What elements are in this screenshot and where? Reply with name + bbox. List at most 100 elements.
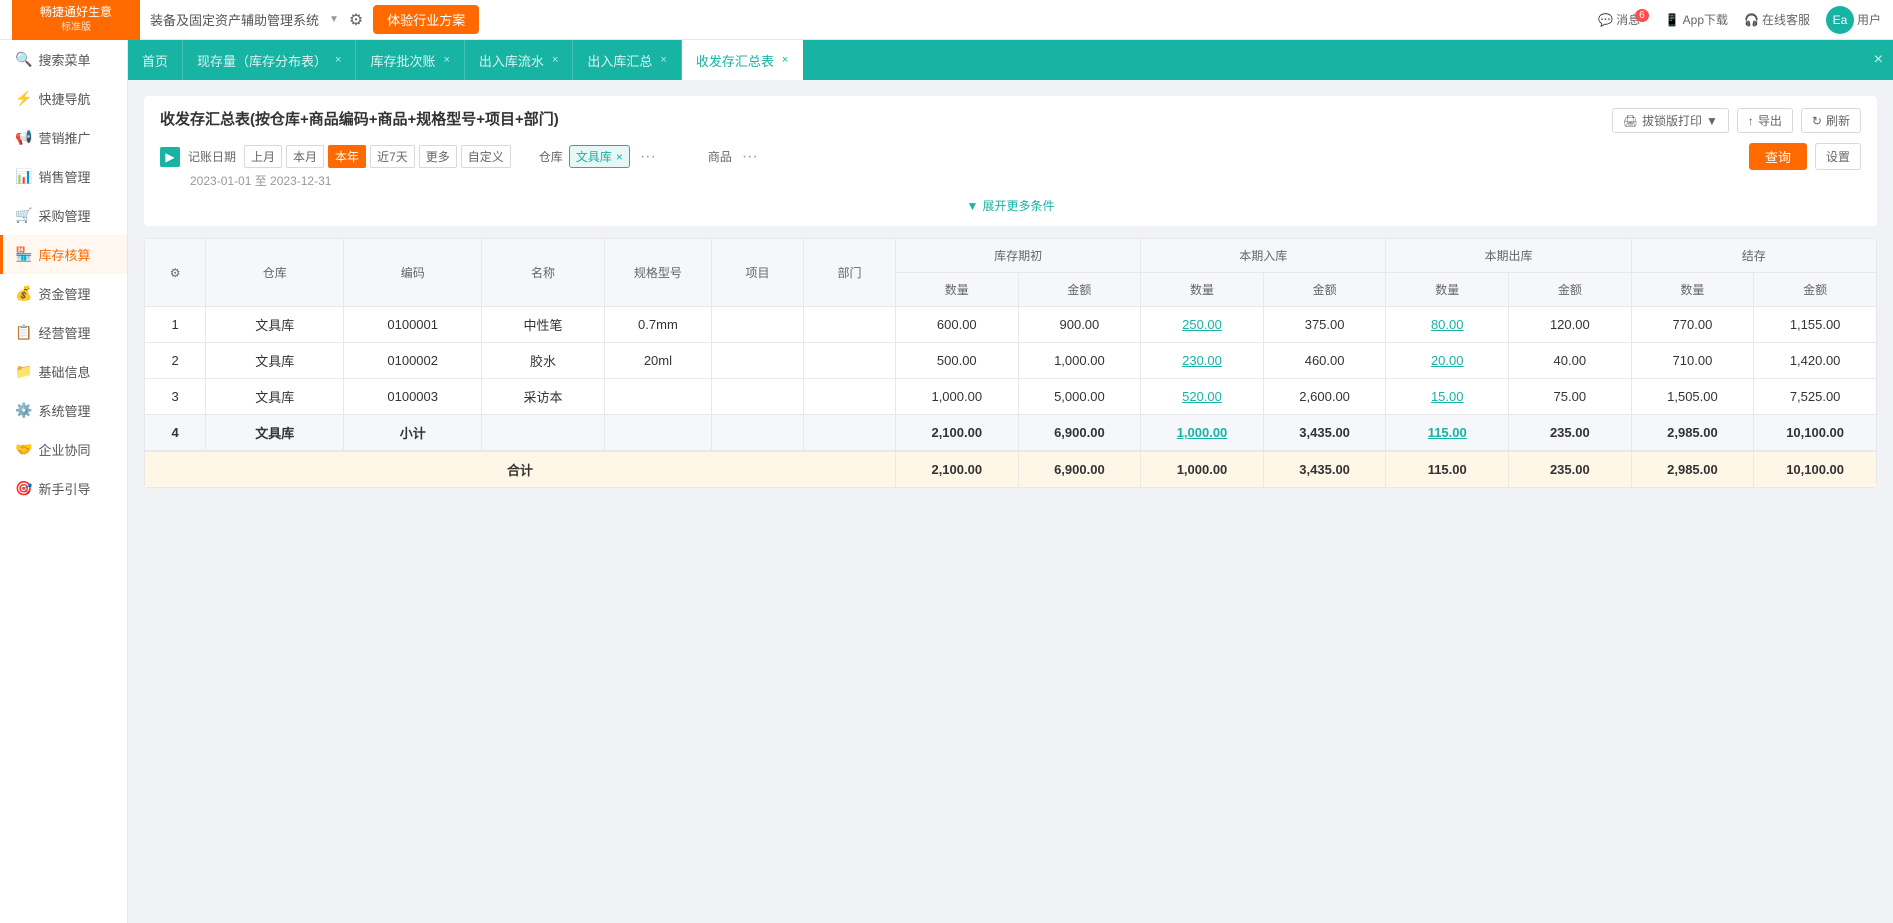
system-title: 装备及固定资产辅助管理系统: [150, 10, 319, 29]
cell-out-qty-1[interactable]: 80.00: [1386, 307, 1509, 343]
tab-batch-account-label: 库存批次账: [370, 51, 435, 70]
cell-name-1: 中性笔: [482, 307, 605, 343]
date-btn-this-month[interactable]: 本月: [286, 145, 324, 168]
cell-closing-amt-2: 1,420.00: [1754, 343, 1877, 379]
cell-subtotal-opening-qty: 2,100.00: [895, 415, 1018, 452]
app-download-button[interactable]: 📱 App下载: [1665, 11, 1728, 28]
user-button[interactable]: Ea 用户: [1826, 6, 1881, 34]
tab-in-out-summary[interactable]: 出入库汇总 ×: [573, 40, 681, 80]
th-spec: 规格型号: [604, 239, 711, 307]
warehouse-filter: 仓库 文具库 × ···: [539, 145, 660, 168]
cell-subtotal-in-qty[interactable]: 1,000.00: [1141, 415, 1264, 452]
warehouse-more-dots[interactable]: ···: [636, 148, 660, 166]
warehouse-tag-close[interactable]: ×: [616, 150, 623, 164]
cell-subtotal-out-qty[interactable]: 115.00: [1386, 415, 1509, 452]
sidebar-item-inventory[interactable]: 🏪 库存核算: [0, 235, 127, 274]
cell-in-qty-2[interactable]: 230.00: [1141, 343, 1264, 379]
finance-icon: 💰: [15, 285, 32, 302]
tab-in-out-flow-close[interactable]: ×: [552, 54, 558, 66]
sidebar-item-sales[interactable]: 📊 销售管理: [0, 157, 127, 196]
query-button[interactable]: 查询: [1749, 143, 1807, 170]
settings-gear-icon[interactable]: ⚙: [349, 10, 363, 30]
date-btn-7days[interactable]: 近7天: [370, 145, 415, 168]
sidebar-item-marketing[interactable]: 📢 营销推广: [0, 118, 127, 157]
th-settings[interactable]: ⚙: [145, 239, 206, 307]
tab-home[interactable]: 首页: [128, 40, 183, 80]
tab-in-out-flow[interactable]: 出入库流水 ×: [465, 40, 573, 80]
top-bar-right: 💬 消息 6 📱 App下载 🎧 在线客服 Ea 用户: [1598, 6, 1881, 34]
cell-in-qty-1[interactable]: 250.00: [1141, 307, 1264, 343]
tab-batch-account[interactable]: 库存批次账 ×: [356, 40, 464, 80]
cell-no-3: 3: [145, 379, 206, 415]
sidebar-item-system[interactable]: ⚙️ 系统管理: [0, 391, 127, 430]
filter-expand-button[interactable]: ▶: [160, 147, 180, 167]
cell-warehouse-3: 文具库: [206, 379, 344, 415]
cell-subtotal-closing-qty: 2,985.00: [1631, 415, 1754, 452]
tab-receive-send-close[interactable]: ×: [782, 54, 788, 66]
tab-in-out-summary-label: 出入库汇总: [587, 51, 652, 70]
sidebar-item-basic-info[interactable]: 📁 基础信息: [0, 352, 127, 391]
experience-button[interactable]: 体验行业方案: [373, 5, 479, 34]
cell-opening-qty-1: 600.00: [895, 307, 1018, 343]
tab-receive-send-summary[interactable]: 收发存汇总表 ×: [682, 40, 803, 80]
cell-closing-qty-3: 1,505.00: [1631, 379, 1754, 415]
sidebar: 🔍 搜索菜单 ⚡ 快捷导航 📢 营销推广 📊 销售管理 🛒 采购管理 🏪: [0, 40, 128, 923]
date-btn-this-year[interactable]: 本年: [328, 145, 366, 168]
cell-code-1: 0100001: [344, 307, 482, 343]
cell-in-qty-3[interactable]: 520.00: [1141, 379, 1264, 415]
cell-total-closing-qty: 2,985.00: [1631, 451, 1754, 488]
purchase-icon: 🛒: [15, 207, 32, 224]
system-title-dropdown[interactable]: ▼: [329, 14, 339, 25]
app-name: 畅捷通好生意: [40, 4, 112, 21]
cell-in-amt-1: 375.00: [1263, 307, 1386, 343]
cell-subtotal-opening-amt: 6,900.00: [1018, 415, 1141, 452]
tab-bar-end: ×: [1874, 51, 1893, 69]
sidebar-label-finance: 资金管理: [38, 284, 90, 303]
sidebar-item-cooperation[interactable]: 🤝 企业协同: [0, 430, 127, 469]
tab-inventory-dist[interactable]: 现存量（库存分布表） ×: [183, 40, 356, 80]
th-in-group: 本期入库: [1141, 239, 1386, 273]
th-closing-amt: 金额: [1754, 273, 1877, 307]
date-btn-last-month[interactable]: 上月: [244, 145, 282, 168]
cell-subtotal-empty4: [804, 415, 896, 452]
refresh-button[interactable]: ↻ 刷新: [1801, 108, 1861, 133]
cell-dept-3: [804, 379, 896, 415]
page-content: 收发存汇总表(按仓库+商品编码+商品+规格型号+项目+部门) 🖨 拔锁版打印 ▼…: [128, 80, 1893, 923]
print-button[interactable]: 🖨 拔锁版打印 ▼: [1612, 108, 1729, 133]
tab-batch-account-close[interactable]: ×: [443, 54, 449, 66]
messages-button[interactable]: 💬 消息 6: [1598, 11, 1649, 28]
tab-in-out-summary-close[interactable]: ×: [660, 54, 666, 66]
cell-opening-qty-3: 1,000.00: [895, 379, 1018, 415]
sidebar-label-marketing: 营销推广: [38, 128, 90, 147]
sidebar-item-newbie[interactable]: 🎯 新手引导: [0, 469, 127, 508]
online-service-button[interactable]: 🎧 在线客服: [1744, 11, 1810, 28]
table-settings-button[interactable]: 设置: [1815, 143, 1861, 170]
marketing-icon: 📢: [15, 129, 32, 146]
cell-warehouse-2: 文具库: [206, 343, 344, 379]
cell-out-qty-3[interactable]: 15.00: [1386, 379, 1509, 415]
th-in-qty: 数量: [1141, 273, 1264, 307]
sidebar-item-business[interactable]: 📋 经营管理: [0, 313, 127, 352]
th-warehouse: 仓库: [206, 239, 344, 307]
cooperation-icon: 🤝: [15, 441, 32, 458]
expand-more-button[interactable]: ▼ 展开更多条件: [967, 197, 1055, 214]
tab-inventory-dist-close[interactable]: ×: [335, 54, 341, 66]
close-all-tabs-button[interactable]: ×: [1874, 51, 1883, 68]
sidebar-item-finance[interactable]: 💰 资金管理: [0, 274, 127, 313]
sidebar-item-search[interactable]: 🔍 搜索菜单: [0, 40, 127, 79]
cell-out-qty-2[interactable]: 20.00: [1386, 343, 1509, 379]
date-btn-more[interactable]: 更多: [419, 145, 457, 168]
sidebar-item-quick-nav[interactable]: ⚡ 快捷导航: [0, 79, 127, 118]
date-btn-custom[interactable]: 自定义: [461, 145, 511, 168]
sidebar-label-basic-info: 基础信息: [38, 362, 90, 381]
date-range-display: 2023-01-01 至 2023-12-31: [186, 172, 1861, 189]
message-badge: 6: [1635, 9, 1649, 22]
export-button[interactable]: ↑ 导出: [1737, 108, 1793, 133]
page-header: 收发存汇总表(按仓库+商品编码+商品+规格型号+项目+部门) 🖨 拔锁版打印 ▼…: [144, 96, 1877, 226]
flash-icon: ⚡: [15, 90, 32, 107]
sidebar-item-purchase[interactable]: 🛒 采购管理: [0, 196, 127, 235]
app-tag: 标准版: [40, 21, 112, 35]
date-filter-label: 记账日期: [188, 148, 236, 165]
goods-more-dots[interactable]: ···: [738, 148, 762, 166]
cell-spec-3: [604, 379, 711, 415]
